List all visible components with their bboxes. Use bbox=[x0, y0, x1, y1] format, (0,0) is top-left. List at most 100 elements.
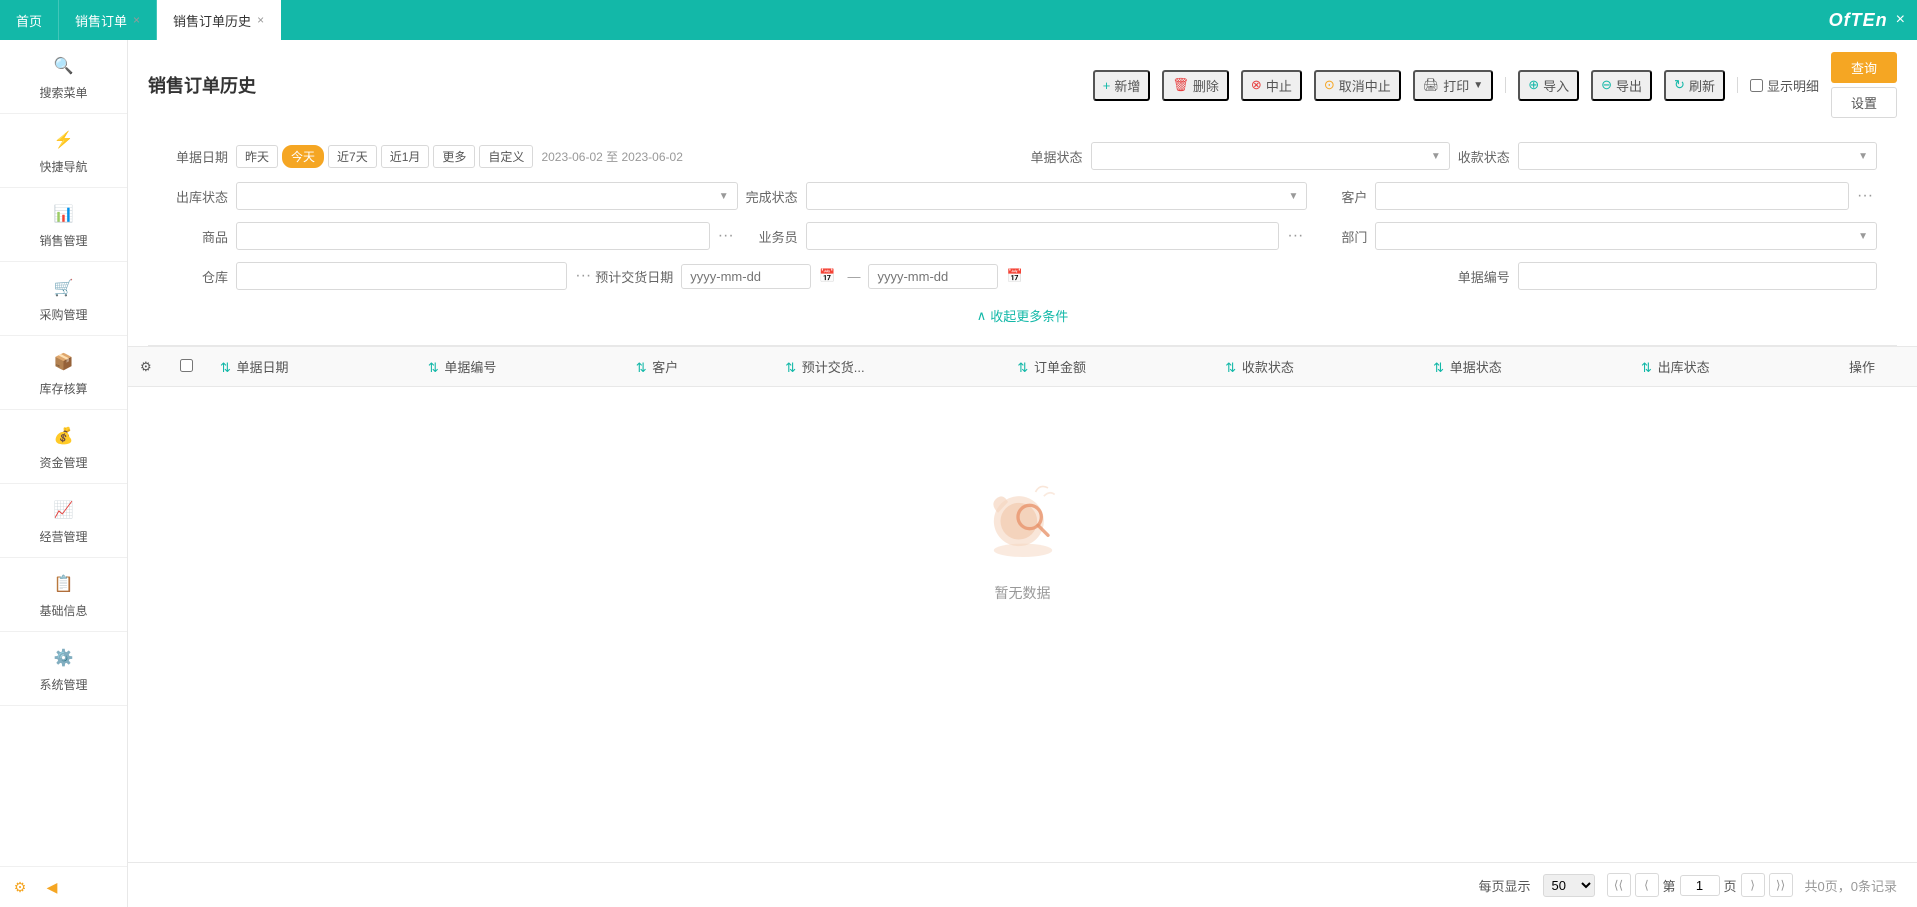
window-close-button[interactable]: × bbox=[1896, 11, 1905, 29]
next-page-button[interactable]: ⟩ bbox=[1741, 873, 1765, 897]
complete-status-select[interactable]: ▼ bbox=[806, 182, 1308, 210]
col-amount: ⇅ 订单金额 bbox=[1005, 347, 1213, 387]
settings-gear-icon[interactable]: ⚙ bbox=[140, 359, 152, 374]
sidebar-item-purchase-mgmt-label: 采购管理 bbox=[39, 306, 87, 323]
number-sort-icon[interactable]: ⇅ bbox=[428, 360, 439, 375]
date-btn-yesterday[interactable]: 昨天 bbox=[236, 145, 278, 168]
payment-status-select[interactable]: ▼ bbox=[1518, 142, 1877, 170]
operations-icon: 📈 bbox=[50, 496, 78, 524]
date-btn-custom[interactable]: 自定义 bbox=[479, 145, 533, 168]
warehouse-sort-icon[interactable]: ⇅ bbox=[1641, 360, 1652, 375]
date-btn-7days[interactable]: 近7天 bbox=[328, 145, 377, 168]
tab-sales-order-close[interactable]: × bbox=[133, 13, 140, 27]
customer-input[interactable] bbox=[1375, 182, 1849, 210]
delivery-date-control: 📅 — 📅 bbox=[681, 264, 1449, 289]
tab-sales-order-history-close[interactable]: × bbox=[257, 13, 264, 27]
department-select[interactable]: ▼ bbox=[1375, 222, 1877, 250]
tab-home[interactable]: 首页 bbox=[0, 0, 59, 40]
col-amount-label: 订单金额 bbox=[1034, 360, 1086, 375]
sidebar-item-sales-mgmt[interactable]: 📊 销售管理 bbox=[0, 188, 127, 262]
top-bar-right: OfTEn × bbox=[1817, 0, 1917, 40]
order-sort-icon[interactable]: ⇅ bbox=[1433, 360, 1444, 375]
warehouse-status-chevron-icon: ▼ bbox=[719, 191, 729, 202]
calendar-start-icon[interactable]: 📅 bbox=[819, 268, 835, 284]
warehouse-dots-button[interactable]: ··· bbox=[571, 267, 595, 285]
order-status-select[interactable]: ▼ bbox=[1091, 142, 1450, 170]
delivery-date-end-input[interactable] bbox=[868, 264, 998, 289]
order-status-chevron-icon: ▼ bbox=[1431, 151, 1441, 162]
salesperson-input[interactable] bbox=[806, 222, 1280, 250]
product-input[interactable] bbox=[236, 222, 710, 250]
customer-dots-button[interactable]: ··· bbox=[1853, 187, 1877, 205]
export-label: 导出 bbox=[1616, 76, 1642, 95]
payment-sort-icon[interactable]: ⇅ bbox=[1225, 360, 1236, 375]
tab-sales-order[interactable]: 销售订单 × bbox=[59, 0, 157, 40]
display-detail-checkbox[interactable]: 显示明细 bbox=[1750, 76, 1819, 95]
date-btn-more[interactable]: 更多 bbox=[433, 145, 475, 168]
salesperson-dots-button[interactable]: ··· bbox=[1283, 227, 1307, 245]
delete-button[interactable]: 🗑 删除 bbox=[1162, 70, 1229, 101]
customer-label: 客户 bbox=[1307, 187, 1367, 206]
tab-sales-order-history[interactable]: 销售订单历史 × bbox=[157, 0, 281, 40]
sidebar-bottom: ⚙ ◀ bbox=[0, 866, 127, 907]
sidebar-item-operations[interactable]: 📈 经营管理 bbox=[0, 484, 127, 558]
stop-button[interactable]: ⊗ 中止 bbox=[1241, 70, 1302, 101]
delivery-sort-icon[interactable]: ⇅ bbox=[785, 360, 796, 375]
prev-page-button[interactable]: ⟨ bbox=[1635, 873, 1659, 897]
total-records-text: 共0页，0条记录 bbox=[1805, 876, 1897, 895]
sidebar-item-finance[interactable]: 💰 资金管理 bbox=[0, 410, 127, 484]
setting-button[interactable]: 设置 bbox=[1831, 87, 1897, 118]
quick-nav-icon: ⚡ bbox=[50, 126, 78, 154]
sales-mgmt-icon: 📊 bbox=[50, 200, 78, 228]
print-chevron-icon: ▼ bbox=[1473, 80, 1483, 91]
query-button[interactable]: 查询 bbox=[1831, 52, 1897, 83]
delivery-date-start-input[interactable] bbox=[681, 264, 811, 289]
sidebar-item-finance-label: 资金管理 bbox=[39, 454, 87, 471]
warehouse-input[interactable] bbox=[236, 262, 567, 290]
date-sort-icon[interactable]: ⇅ bbox=[220, 360, 231, 375]
filter-payment-status: 收款状态 ▼ bbox=[1450, 142, 1877, 170]
import-button[interactable]: ⊕ 导入 bbox=[1518, 70, 1579, 101]
sidebar-item-inventory[interactable]: 📦 库存核算 bbox=[0, 336, 127, 410]
customer-sort-icon[interactable]: ⇅ bbox=[636, 360, 647, 375]
select-all-checkbox[interactable] bbox=[180, 359, 193, 372]
date-btn-today[interactable]: 今天 bbox=[282, 145, 324, 168]
calendar-end-icon[interactable]: 📅 bbox=[1006, 268, 1022, 284]
product-dots-button[interactable]: ··· bbox=[714, 227, 738, 245]
date-control: 昨天 今天 近7天 近1月 更多 自定义 2023-06-02 至 2023-0… bbox=[236, 145, 1023, 168]
new-button[interactable]: + 新增 bbox=[1093, 70, 1151, 101]
empty-state: 暂无数据 bbox=[128, 387, 1917, 683]
order-number-input[interactable] bbox=[1518, 262, 1877, 290]
first-page-button[interactable]: ⟨⟨ bbox=[1607, 873, 1631, 897]
sidebar-item-purchase-mgmt[interactable]: 🛒 采购管理 bbox=[0, 262, 127, 336]
amount-sort-icon[interactable]: ⇅ bbox=[1017, 360, 1028, 375]
col-number: ⇅ 单据编号 bbox=[416, 347, 624, 387]
last-page-button[interactable]: ⟩⟩ bbox=[1769, 873, 1793, 897]
warehouse-status-label: 出库状态 bbox=[168, 187, 228, 206]
warehouse-status-select[interactable]: ▼ bbox=[236, 182, 738, 210]
export-button[interactable]: ⊖ 导出 bbox=[1591, 70, 1652, 101]
sidebar-item-quick-nav[interactable]: ⚡ 快捷导航 bbox=[0, 114, 127, 188]
search-menu-icon: 🔍 bbox=[50, 52, 78, 80]
filter-customer: 客户 ··· bbox=[1307, 182, 1877, 210]
col-delivery-date: ⇅ 预计交货... bbox=[773, 347, 1005, 387]
print-button[interactable]: 🖨 打印 ▼ bbox=[1413, 70, 1493, 101]
sidebar-collapse-icon[interactable]: ◀ bbox=[40, 875, 64, 899]
query-setting-group: 查询 设置 bbox=[1831, 52, 1897, 118]
sidebar-item-basic-info[interactable]: 📋 基础信息 bbox=[0, 558, 127, 632]
page-size-select[interactable]: 50 10 20 100 bbox=[1543, 874, 1595, 897]
collapse-row[interactable]: ∧ 收起更多条件 bbox=[168, 302, 1877, 333]
sidebar-item-system-mgmt[interactable]: ⚙️ 系统管理 bbox=[0, 632, 127, 706]
page-number-input[interactable] bbox=[1680, 875, 1720, 896]
refresh-button[interactable]: ↻ 刷新 bbox=[1664, 70, 1725, 101]
warehouse-control: ··· bbox=[236, 262, 595, 290]
sidebar-settings-icon[interactable]: ⚙ bbox=[8, 875, 32, 899]
warehouse-label: 仓库 bbox=[168, 267, 228, 286]
tab-sales-order-history-label: 销售订单历史 bbox=[173, 11, 251, 30]
sidebar-item-search-menu-label: 搜索菜单 bbox=[39, 84, 87, 101]
display-detail-input[interactable] bbox=[1750, 79, 1763, 92]
date-btn-1month[interactable]: 近1月 bbox=[381, 145, 430, 168]
table-footer: 每页显示 50 10 20 100 ⟨⟨ ⟨ 第 页 ⟩ ⟩⟩ 共0页，0条记录 bbox=[128, 862, 1917, 907]
sidebar-item-search-menu[interactable]: 🔍 搜索菜单 bbox=[0, 40, 127, 114]
cancel-button[interactable]: ⊙ 取消中止 bbox=[1314, 70, 1401, 101]
